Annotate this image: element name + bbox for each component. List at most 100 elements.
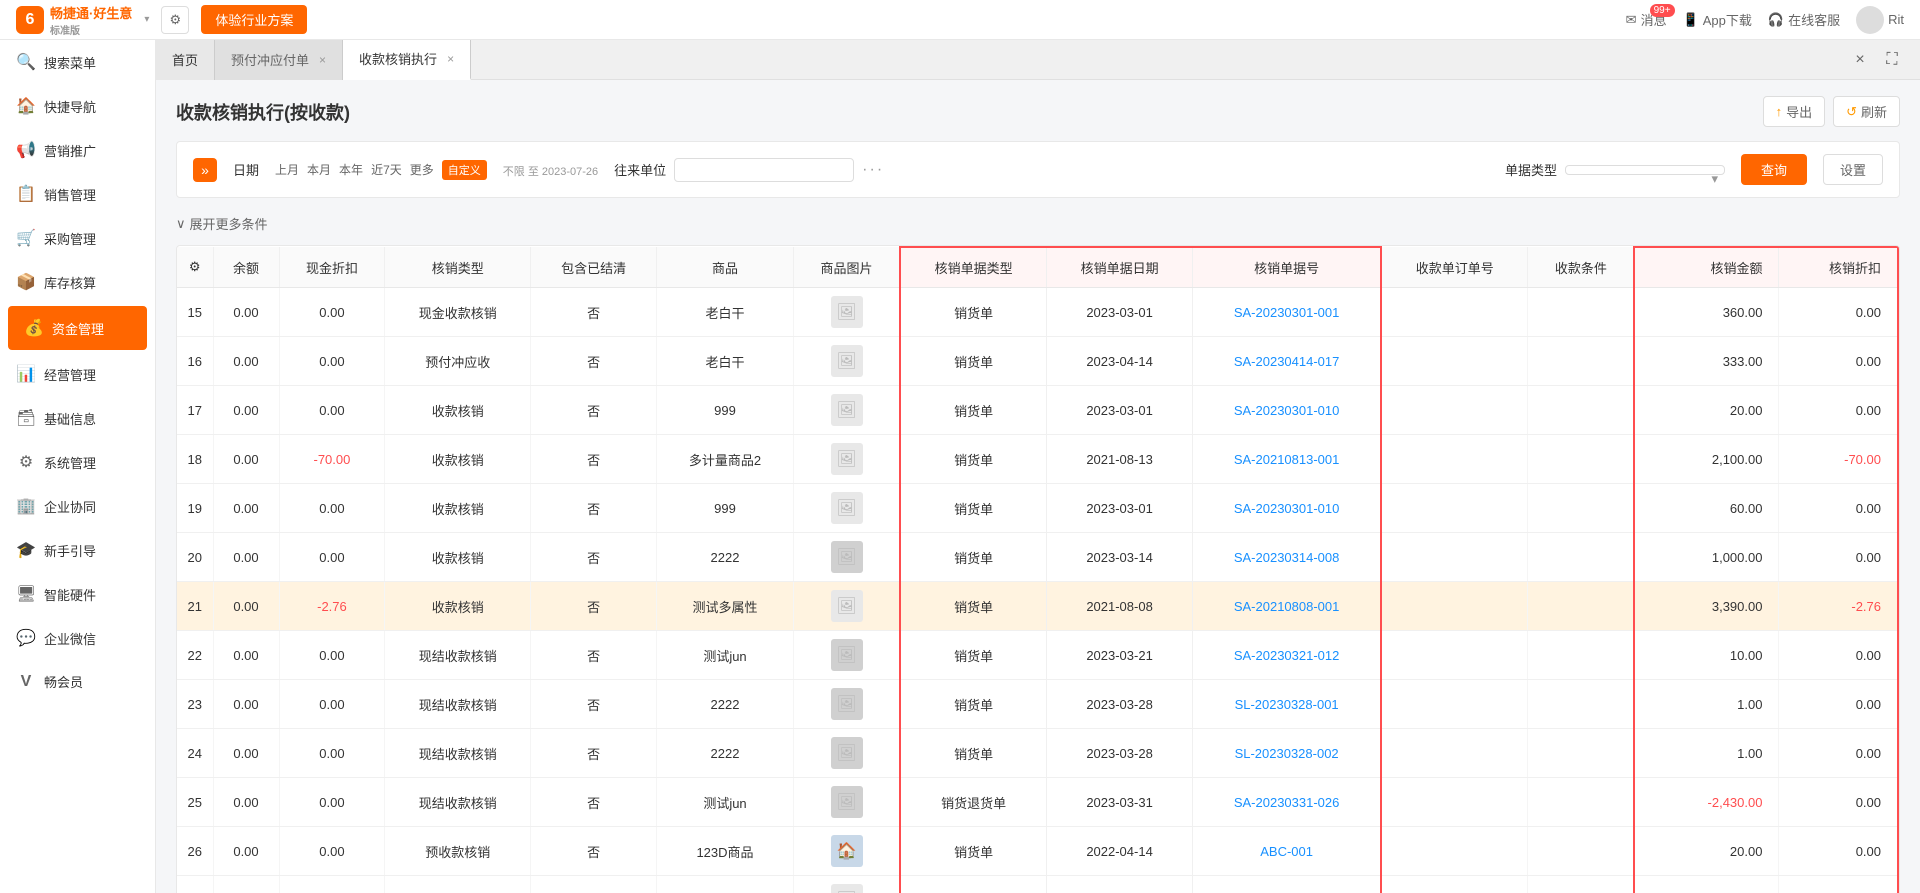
brand-dropdown-arrow[interactable]: ▾ <box>144 14 149 25</box>
cell-writeoff-voucher-type: 销货单 <box>900 533 1047 582</box>
sidebar-item-purchase[interactable]: 🛒 采购管理 <box>0 216 155 260</box>
date-custom-btn[interactable]: 自定义 <box>442 160 487 180</box>
date-this-year[interactable]: 本年 <box>339 161 363 178</box>
cell-balance: 0.00 <box>213 827 279 876</box>
writeoff-number-link[interactable]: SA-20230301-010 <box>1234 501 1340 516</box>
cell-include-settled: 否 <box>531 386 657 435</box>
cell-write-off-type: 收款核销 <box>385 435 531 484</box>
settings-icon[interactable]: ⚙ <box>161 6 189 34</box>
date-last-month[interactable]: 上月 <box>275 161 299 178</box>
sidebar-item-business[interactable]: 📊 经营管理 <box>0 352 155 396</box>
sidebar-item-search[interactable]: 🔍 搜索菜单 <box>0 40 155 84</box>
date-more[interactable]: 更多 <box>410 161 434 178</box>
cell-id: 19 <box>177 484 213 533</box>
cell-writeoff-voucher-type: 销货单 <box>900 680 1047 729</box>
cell-product-img: 🖼 <box>793 484 900 533</box>
writeoff-number-link[interactable]: SA-20230314-008 <box>1234 550 1340 565</box>
cell-receipt-order-no <box>1381 288 1528 337</box>
refresh-btn[interactable]: ↺ 刷新 <box>1833 96 1900 127</box>
cell-writeoff-date: 2022-04-14 <box>1047 827 1193 876</box>
sidebar-item-smart-hw[interactable]: 🖥 智能硬件 <box>0 572 155 616</box>
cell-writeoff-discount: 0.00 <box>1779 778 1898 827</box>
tab-writeoff-label: 收款核销执行 <box>359 49 437 68</box>
counterpart-label: 往来单位 <box>614 160 666 179</box>
cell-balance: 0.00 <box>213 533 279 582</box>
base-info-icon: 🗃 <box>16 408 36 428</box>
page-actions: ↑ 导出 ↺ 刷新 <box>1763 96 1900 127</box>
page-title: 收款核销执行(按收款) <box>176 99 350 125</box>
cell-receipt-order-no <box>1381 533 1528 582</box>
cell-writeoff-number: SA-20210808-001 <box>1192 582 1381 631</box>
th-gear[interactable]: ⚙ <box>177 247 213 288</box>
table-row: 15 0.00 0.00 现金收款核销 否 老白干 🖼 销货单 2023-03-… <box>177 288 1898 337</box>
tab-home[interactable]: 首页 <box>156 40 215 80</box>
cell-writeoff-number: SA-20230314-008 <box>1192 533 1381 582</box>
sidebar-item-marketing[interactable]: 📢 营销推广 <box>0 128 155 172</box>
filter-settings-btn[interactable]: 设置 <box>1823 154 1883 185</box>
cell-writeoff-voucher-type: 销货单 <box>900 337 1047 386</box>
sidebar-item-member[interactable]: V 畅会员 <box>0 660 155 703</box>
cell-write-off-type: 现结收款核销 <box>385 680 531 729</box>
cell-writeoff-voucher-type: 销货单 <box>900 582 1047 631</box>
cell-writeoff-date: 2023-03-01 <box>1047 386 1193 435</box>
sidebar-item-finance[interactable]: 💰 资金管理 <box>8 306 147 350</box>
sidebar-item-quick-nav[interactable]: 🏠 快捷导航 <box>0 84 155 128</box>
writeoff-number-link[interactable]: SA-20230321-012 <box>1234 648 1340 663</box>
sidebar-item-inventory[interactable]: 📦 库存核算 <box>0 260 155 304</box>
tab-expand-btn[interactable]: ⛶ <box>1880 48 1904 72</box>
cell-writeoff-discount: 0.00 <box>1779 533 1898 582</box>
industry-btn[interactable]: 体验行业方案 <box>201 5 307 34</box>
writeoff-number-link[interactable]: SL-20230328-002 <box>1235 746 1339 761</box>
writeoff-number-link[interactable]: SA-20230331-026 <box>1234 795 1340 810</box>
sidebar-item-corp[interactable]: 🏢 企业协同 <box>0 484 155 528</box>
sidebar-item-wechat[interactable]: 💬 企业微信 <box>0 616 155 660</box>
writeoff-number-link[interactable]: SL-20230328-001 <box>1235 697 1339 712</box>
cell-receipt-order-no <box>1381 680 1528 729</box>
writeoff-number-link[interactable]: SA-20230414-017 <box>1234 354 1340 369</box>
user-avatar[interactable]: Rit <box>1856 6 1904 34</box>
sidebar-item-system[interactable]: ⚙ 系统管理 <box>0 440 155 484</box>
online-service-btn[interactable]: 🎧 在线客服 <box>1768 10 1840 29</box>
writeoff-number-link[interactable]: SA-20210808-001 <box>1234 599 1340 614</box>
tab-prepay[interactable]: 预付冲应付单 × <box>215 40 343 80</box>
tab-writeoff[interactable]: 收款核销执行 × <box>343 40 471 80</box>
sidebar-item-guide[interactable]: 🎓 新手引导 <box>0 528 155 572</box>
tab-bar-actions: × ⛶ <box>1848 48 1904 72</box>
sidebar-label-member: 畅会员 <box>44 672 83 691</box>
writeoff-number-link[interactable]: SA-20230301-001 <box>1234 305 1340 320</box>
cell-include-settled: 否 <box>531 729 657 778</box>
sidebar-label-finance: 资金管理 <box>52 319 104 338</box>
business-icon: 📊 <box>16 364 36 384</box>
cell-product: 老白干 <box>657 288 794 337</box>
th-writeoff-voucher-type: 核销单据类型 <box>900 247 1047 288</box>
writeoff-number-link[interactable]: ABC-001 <box>1260 844 1313 859</box>
date-this-month[interactable]: 本月 <box>307 161 331 178</box>
cell-writeoff-voucher-type: 销货单 <box>900 729 1047 778</box>
expand-conditions-row[interactable]: ∨ 展开更多条件 <box>176 210 1900 237</box>
app-download-btn[interactable]: 📱 App下载 <box>1683 10 1752 29</box>
query-btn[interactable]: 查询 <box>1741 154 1807 185</box>
counterpart-input[interactable] <box>674 158 854 182</box>
filter-expand-btn[interactable]: » <box>193 158 217 182</box>
tab-close-all-btn[interactable]: × <box>1848 48 1872 72</box>
table-row: 27 0.00 0.00 现结收款核销 否 衣服00001 🖼 销货单 2023… <box>177 876 1898 893</box>
tab-writeoff-close[interactable]: × <box>447 52 454 66</box>
finance-icon: 💰 <box>24 318 44 338</box>
notification-btn[interactable]: ✉ 消息 99+ <box>1626 10 1667 29</box>
cell-writeoff-amount: 60.00 <box>1634 484 1779 533</box>
logo-area: 6 畅捷通·好生意 标准版 <box>16 3 132 37</box>
sidebar-item-sales[interactable]: 📋 销售管理 <box>0 172 155 216</box>
sidebar-item-base-info[interactable]: 🗃 基础信息 <box>0 396 155 440</box>
voucher-type-select[interactable]: ▾ <box>1565 165 1725 175</box>
cell-writeoff-number: SA-20230301-001 <box>1192 288 1381 337</box>
cell-id: 20 <box>177 533 213 582</box>
writeoff-number-link[interactable]: SA-20210813-001 <box>1234 452 1340 467</box>
tab-prepay-close[interactable]: × <box>319 53 326 67</box>
cell-product-img: 🖼 <box>793 582 900 631</box>
cell-id: 22 <box>177 631 213 680</box>
headset-icon: 🎧 <box>1768 12 1784 28</box>
export-btn[interactable]: ↑ 导出 <box>1763 96 1826 127</box>
writeoff-number-link[interactable]: SA-20230301-010 <box>1234 403 1340 418</box>
date-7days[interactable]: 近7天 <box>371 161 402 178</box>
cell-writeoff-date: 2023-04-14 <box>1047 337 1193 386</box>
